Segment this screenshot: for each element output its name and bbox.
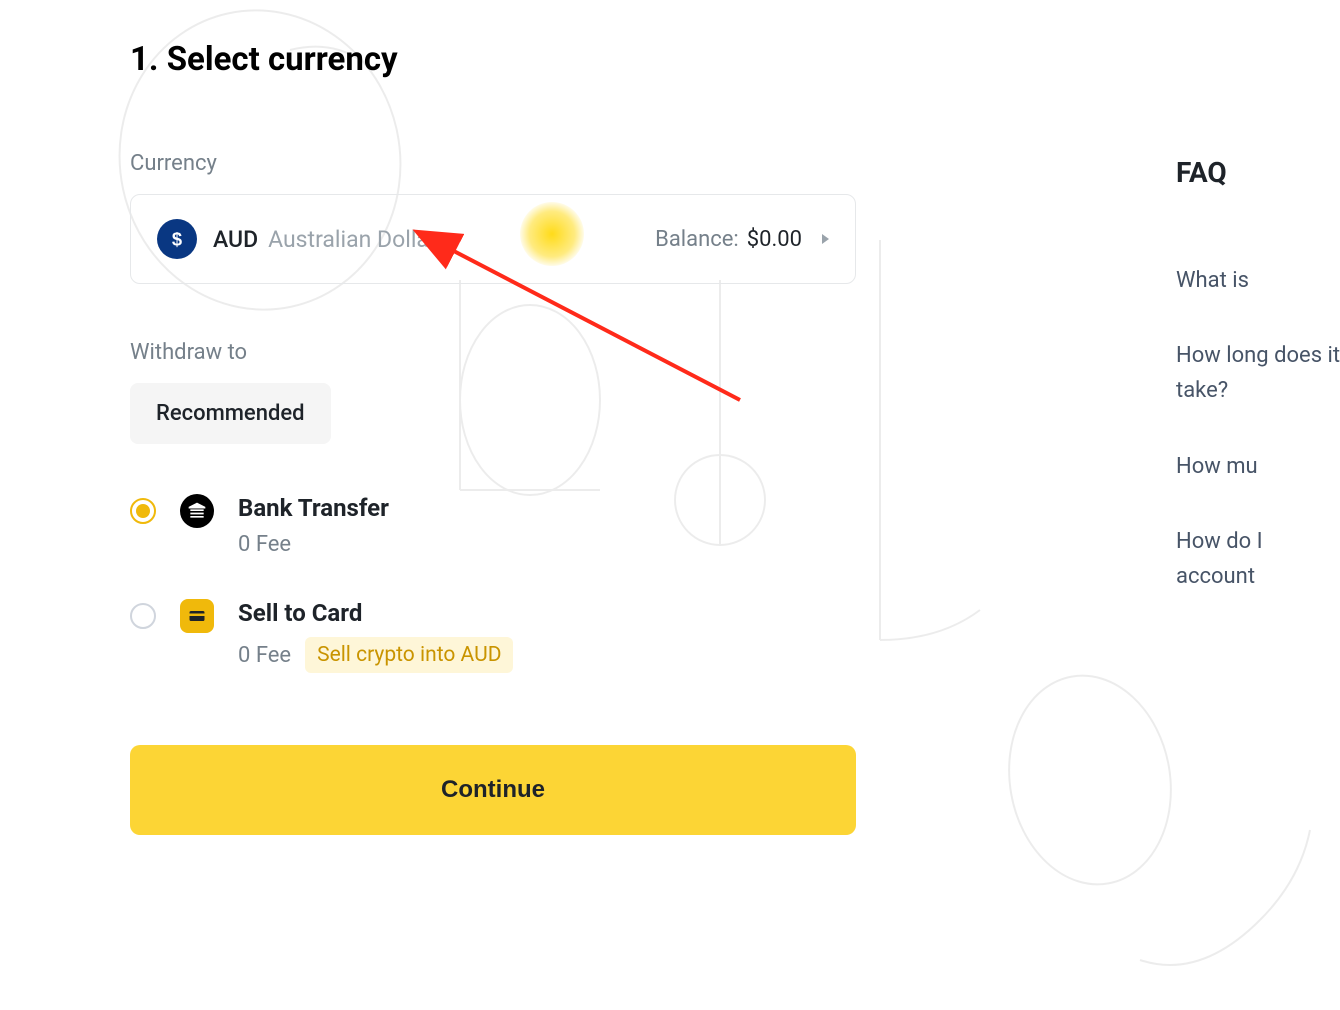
currency-selector[interactable]: $ AUD Australian Dollar Balance: $0.00	[130, 194, 856, 284]
method-title: Sell to Card	[238, 599, 1340, 627]
faq-link[interactable]: How mu	[1176, 449, 1340, 484]
method-fee: 0 Fee	[238, 643, 291, 668]
continue-button[interactable]: Continue	[130, 745, 856, 835]
caret-right-icon	[822, 234, 829, 244]
radio-sell-to-card[interactable]	[130, 603, 156, 629]
method-sell-to-card[interactable]: Sell to Card 0 Fee Sell crypto into AUD	[130, 599, 1340, 673]
faq-heading: FAQ	[1176, 156, 1340, 189]
method-fee: 0 Fee	[238, 532, 291, 557]
tab-recommended[interactable]: Recommended	[130, 383, 331, 444]
currency-label: Currency	[130, 151, 1340, 176]
svg-text:$: $	[172, 228, 182, 249]
method-title: Bank Transfer	[238, 494, 1340, 522]
radio-bank-transfer[interactable]	[130, 498, 156, 524]
faq-panel: FAQ What is How long does ittake? How mu…	[1176, 156, 1340, 634]
balance-text: Balance: $0.00	[655, 227, 802, 252]
faq-link[interactable]: How do Iaccount	[1176, 524, 1340, 594]
faq-link[interactable]: What is	[1176, 263, 1340, 298]
currency-fullname: Australian Dollar	[268, 226, 437, 253]
currency-code: AUD	[213, 226, 258, 253]
method-bank-transfer[interactable]: Bank Transfer 0 Fee	[130, 494, 1340, 557]
faq-link[interactable]: How long does ittake?	[1176, 338, 1340, 408]
method-badge: Sell crypto into AUD	[305, 637, 513, 673]
page-heading: 1. Select currency	[130, 40, 1340, 79]
withdraw-label: Withdraw to	[130, 340, 1340, 365]
dollar-icon: $	[157, 219, 197, 259]
bank-icon	[180, 494, 214, 528]
card-icon	[180, 599, 214, 633]
